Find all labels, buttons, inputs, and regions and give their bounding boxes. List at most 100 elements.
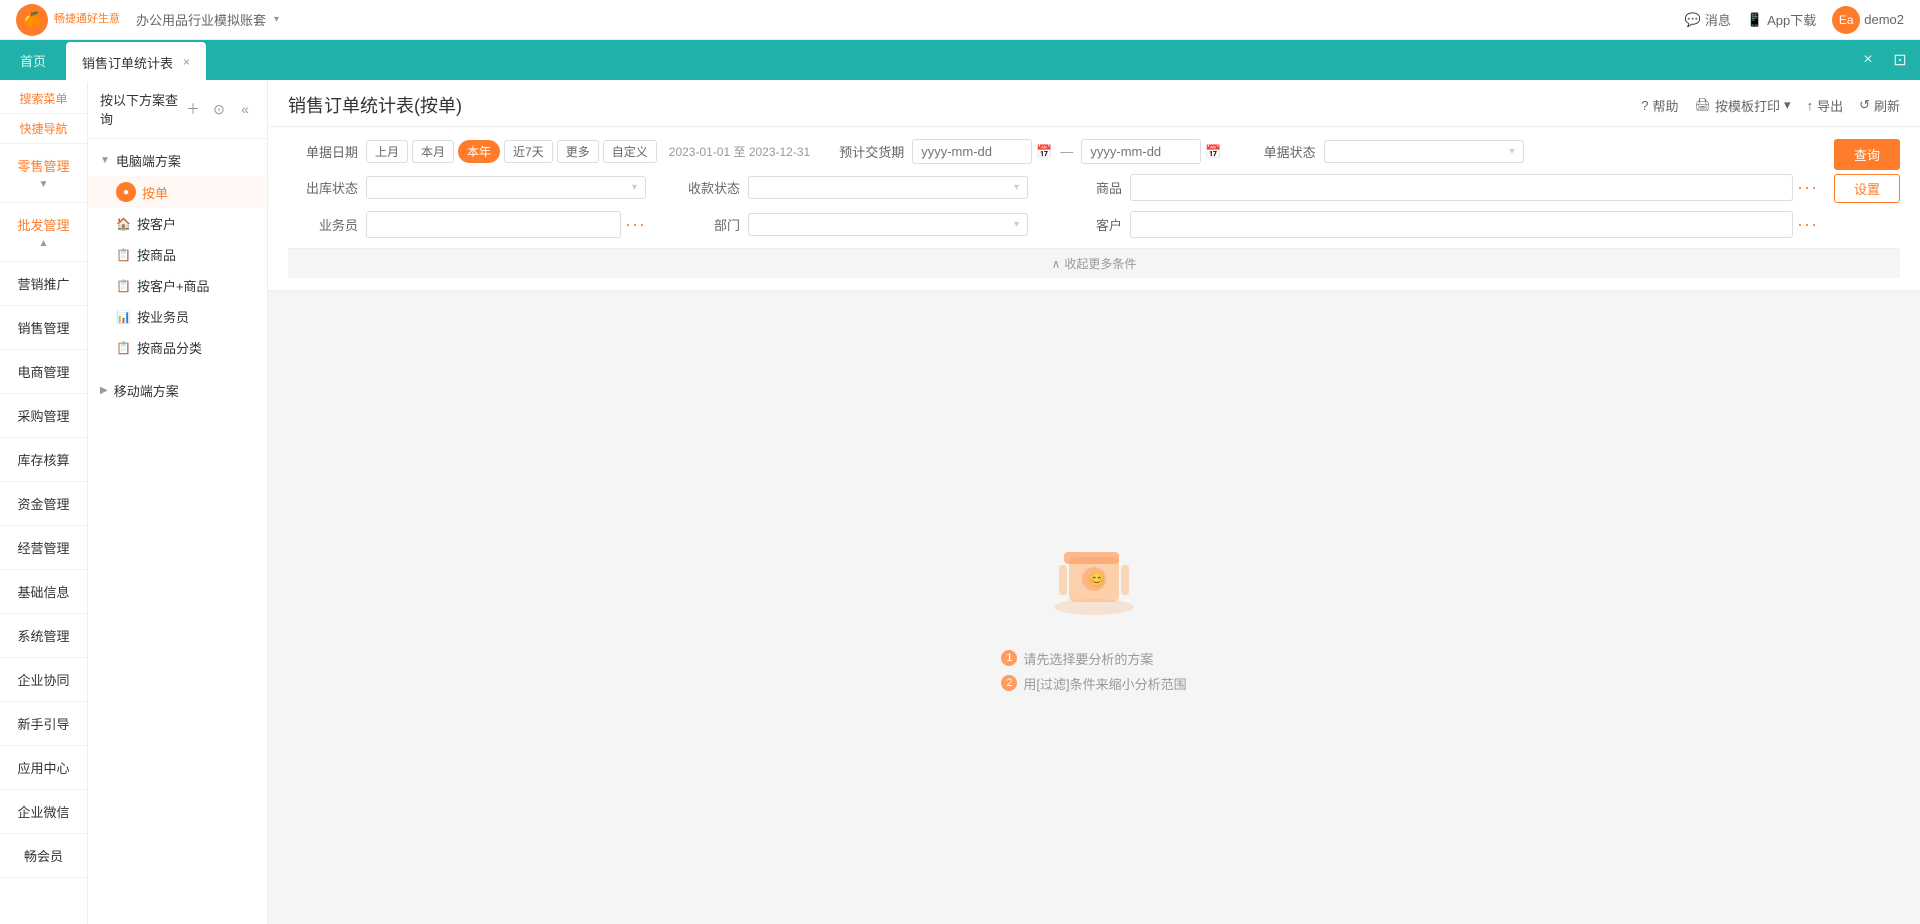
scheme-panel-title: 按以下方案查询: [100, 90, 183, 128]
sidebar-item-wechat[interactable]: 企业微信: [0, 790, 87, 834]
date-btn-more[interactable]: 更多: [557, 140, 599, 163]
expected-date-to-input[interactable]: [1081, 139, 1201, 164]
filter-row-1: 单据日期 上月 本月 本年 近7天 更多 自定义 2023-01-01 至 20…: [288, 139, 1818, 164]
date-btn-this-year[interactable]: 本年: [458, 140, 500, 163]
status-select-arrow: ▾: [1510, 146, 1515, 157]
sidebar-item-sales[interactable]: 销售管理: [0, 306, 87, 350]
scheme-item-goods[interactable]: 📋 按商品: [88, 239, 267, 270]
scheme-group-mobile-title[interactable]: ▶ 移动端方案: [88, 375, 267, 406]
scheme-item-label: 按业务员: [137, 307, 189, 326]
collapse-label: 收起更多条件: [1064, 255, 1136, 272]
sidebar-item-basic[interactable]: 基础信息: [0, 570, 87, 614]
salesman-input[interactable]: [366, 211, 621, 238]
tab-close-window-btn[interactable]: ×: [1856, 48, 1880, 72]
scheme-add-icon[interactable]: ＋: [183, 99, 203, 119]
sidebar-item-newbie[interactable]: 新手引导: [0, 702, 87, 746]
sidebar-search[interactable]: 搜索菜单: [0, 80, 87, 114]
goods-dots[interactable]: ···: [1797, 177, 1818, 198]
tab-home[interactable]: 首页: [0, 40, 66, 80]
date-separator: —: [1060, 144, 1073, 159]
sidebar-item-wholesale[interactable]: 批发管理 ▲: [0, 203, 87, 262]
scheme-item-goods-cat[interactable]: 📋 按商品分类: [88, 332, 267, 363]
scheme-item-customer-goods[interactable]: 📋 按客户+商品: [88, 270, 267, 301]
customer-input[interactable]: [1130, 211, 1793, 238]
collapse-icon: ∧: [1052, 257, 1061, 271]
sidebar-item-marketing[interactable]: 营销推广: [0, 262, 87, 306]
calendar-from-icon[interactable]: 📅: [1036, 144, 1052, 160]
print-btn[interactable]: 🖨 按模板打印 ▾: [1695, 96, 1791, 115]
sidebar-item-label: 企业微信: [17, 802, 69, 821]
export-btn[interactable]: ↑ 导出: [1807, 96, 1844, 115]
scheme-active-indicator: ●: [116, 182, 136, 202]
scheme-item-icon: 📋: [116, 248, 131, 262]
sidebar-item-label: 采购管理: [17, 406, 69, 425]
tab-active-label: 销售订单统计表: [82, 53, 173, 72]
sidebar-item-ops[interactable]: 经营管理: [0, 526, 87, 570]
scheme-item-icon: 🏠: [116, 217, 131, 231]
sidebar-item-corp[interactable]: 企业协同: [0, 658, 87, 702]
page-header: 销售订单统计表(按单) ? 帮助 🖨 按模板打印 ▾ ↑: [268, 80, 1920, 127]
scheme-collapse-icon[interactable]: «: [235, 99, 255, 119]
expected-date-from-input[interactable]: [912, 139, 1032, 164]
sidebar-item-inventory[interactable]: 库存核算: [0, 438, 87, 482]
tab-maximize-btn[interactable]: ⊡: [1888, 48, 1912, 72]
scheme-item-customer[interactable]: 🏠 按客户: [88, 208, 267, 239]
scheme-item-salesman[interactable]: 📊 按业务员: [88, 301, 267, 332]
message-btn[interactable]: 💬 消息: [1685, 10, 1731, 29]
date-btn-last-month[interactable]: 上月: [366, 140, 408, 163]
app-download-btn[interactable]: 📱 App下载: [1747, 10, 1816, 29]
salesman-dots[interactable]: ···: [625, 214, 646, 235]
collapse-bar[interactable]: ∧ 收起更多条件: [288, 248, 1900, 278]
refresh-btn[interactable]: ↺ 刷新: [1859, 96, 1900, 115]
scheme-refresh-icon[interactable]: ⊙: [209, 99, 229, 119]
scheme-item-label: 按客户+商品: [137, 276, 210, 295]
date-btn-this-month[interactable]: 本月: [412, 140, 454, 163]
goods-input[interactable]: [1130, 174, 1793, 201]
setting-button[interactable]: 设置: [1834, 174, 1900, 203]
scheme-item-label: 按商品分类: [137, 338, 202, 357]
message-label: 消息: [1705, 10, 1731, 29]
date-label: 单据日期: [288, 142, 358, 161]
sidebar-item-appstore[interactable]: 应用中心: [0, 746, 87, 790]
sidebar-nav[interactable]: 快捷导航: [0, 114, 87, 144]
expected-date-to-group: 📅: [1081, 139, 1221, 164]
sidebar-item-finance[interactable]: 资金管理: [0, 482, 87, 526]
topbar-dropdown-icon[interactable]: ▾: [274, 14, 279, 25]
tab-active[interactable]: 销售订单统计表 ×: [66, 42, 206, 82]
search-button[interactable]: 查询: [1834, 139, 1900, 170]
sidebar-item-ecom[interactable]: 电商管理: [0, 350, 87, 394]
scheme-group-pc-title[interactable]: ▼ 电脑端方案: [88, 145, 267, 176]
date-btn-custom[interactable]: 自定义: [603, 140, 657, 163]
calendar-to-icon[interactable]: 📅: [1205, 144, 1221, 160]
sidebar-item-label: 电商管理: [17, 362, 69, 381]
scheme-item-icon: 📋: [116, 279, 131, 293]
scheme-item-order[interactable]: ● 按单: [88, 176, 267, 208]
help-btn[interactable]: ? 帮助: [1641, 96, 1678, 115]
sidebar-item-label: 库存核算: [17, 450, 69, 469]
help-icon: ?: [1641, 98, 1648, 113]
user-area[interactable]: Ea demo2: [1832, 6, 1904, 34]
sidebar-item-purchase[interactable]: 采购管理: [0, 394, 87, 438]
date-btn-7days[interactable]: 近7天: [504, 140, 553, 163]
scheme-item-icon: 📊: [116, 310, 131, 324]
dept-select[interactable]: ▾: [748, 213, 1028, 236]
tip-text-2: 用[过滤]条件来缩小分析范围: [1023, 674, 1186, 693]
customer-dots[interactable]: ···: [1797, 214, 1818, 235]
sidebar-item-retail[interactable]: 零售管理 ▼: [0, 144, 87, 203]
sidebar-item-label: 资金管理: [17, 494, 69, 513]
payment-status-select[interactable]: ▾: [748, 176, 1028, 199]
expected-date-label: 预计交货期: [834, 142, 904, 161]
print-icon: 🖨: [1695, 97, 1712, 113]
sidebar-item-member[interactable]: 畅会员: [0, 834, 87, 878]
ship-status-select[interactable]: ▾: [366, 176, 646, 199]
tip-num-2: 2: [1001, 675, 1017, 691]
topbar: 🍊 畅捷通好生意 办公用品行业模拟账套 ▾ 💬 消息 📱 App下载 Ea de…: [0, 0, 1920, 40]
app-icon: 📱: [1747, 12, 1763, 28]
status-select[interactable]: ▾: [1324, 140, 1524, 163]
sidebar-item-system[interactable]: 系统管理: [0, 614, 87, 658]
refresh-icon: ↺: [1859, 97, 1870, 113]
tip-num-1: 1: [1001, 650, 1017, 666]
logo-area: 🍊 畅捷通好生意: [16, 4, 120, 36]
tab-close-btn[interactable]: ×: [183, 55, 190, 69]
sidebar-item-label: 系统管理: [17, 626, 69, 645]
